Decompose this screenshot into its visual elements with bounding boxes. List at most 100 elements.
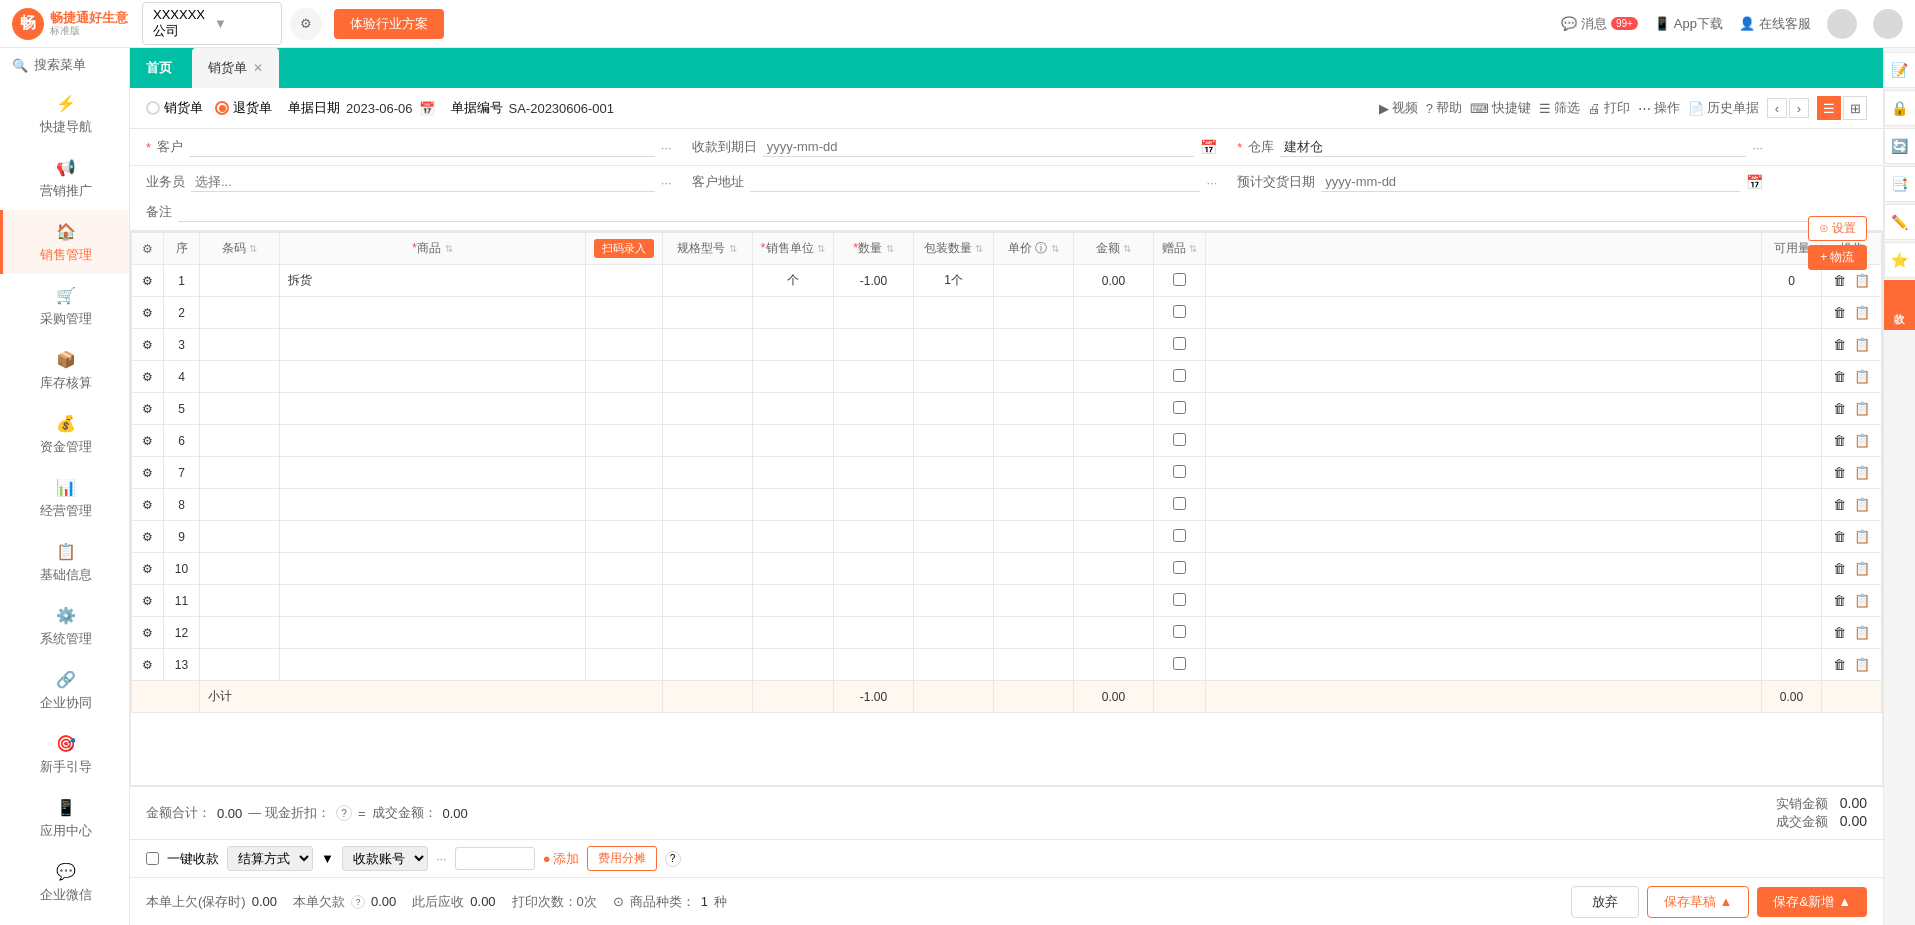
row-price[interactable]	[994, 585, 1074, 617]
row-pkg-qty[interactable]	[914, 393, 994, 425]
gift-checkbox[interactable]	[1173, 273, 1186, 286]
row-barcode[interactable]	[200, 617, 280, 649]
barcode-input[interactable]	[210, 657, 270, 672]
row-barcode[interactable]	[200, 393, 280, 425]
row-settings-icon[interactable]: ⚙	[132, 265, 164, 297]
sidebar-item-quick-nav[interactable]: ⚡ 快捷导航	[0, 82, 129, 146]
row-qty[interactable]: -1.00	[834, 265, 914, 297]
row-price[interactable]	[994, 265, 1074, 297]
row-spec[interactable]	[662, 393, 752, 425]
row-product[interactable]	[280, 457, 586, 489]
gift-checkbox[interactable]	[1173, 337, 1186, 350]
gift-checkbox[interactable]	[1173, 305, 1186, 318]
row-spec[interactable]	[662, 425, 752, 457]
row-unit[interactable]	[752, 553, 833, 585]
sidebar-item-enterprise[interactable]: 🔗 企业协同	[0, 658, 129, 722]
row-qty[interactable]	[834, 521, 914, 553]
customer-dots[interactable]: ···	[661, 140, 672, 155]
customer-addr-dots[interactable]: ···	[1206, 175, 1217, 190]
row-amount[interactable]	[1074, 489, 1154, 521]
row-spec[interactable]	[662, 649, 752, 681]
barcode-input[interactable]	[210, 369, 270, 384]
row-gift[interactable]	[1154, 361, 1206, 393]
row-amount[interactable]	[1074, 649, 1154, 681]
row-unit[interactable]	[752, 425, 833, 457]
operations-link[interactable]: ⋯ 操作	[1638, 99, 1680, 117]
tab-home[interactable]: 首页	[130, 48, 188, 88]
row-qty[interactable]	[834, 329, 914, 361]
row-product[interactable]	[280, 617, 586, 649]
row-product[interactable]	[280, 393, 586, 425]
gift-checkbox[interactable]	[1173, 401, 1186, 414]
history-link[interactable]: 📄 历史单据	[1688, 99, 1759, 117]
row-gift[interactable]	[1154, 297, 1206, 329]
copy-icon[interactable]: 📋	[1854, 433, 1870, 448]
row-pkg-qty[interactable]: 1个	[914, 265, 994, 297]
row-pkg-qty[interactable]	[914, 649, 994, 681]
barcode-input[interactable]	[210, 401, 270, 416]
row-gift[interactable]	[1154, 617, 1206, 649]
gift-checkbox[interactable]	[1173, 593, 1186, 606]
barcode-input[interactable]	[210, 273, 270, 288]
row-pkg-qty[interactable]	[914, 617, 994, 649]
row-barcode[interactable]	[200, 585, 280, 617]
delete-icon[interactable]: 🗑	[1833, 273, 1846, 288]
row-product[interactable]	[280, 489, 586, 521]
shortcut-link[interactable]: ⌨ 快捷键	[1470, 99, 1531, 117]
row-pkg-qty[interactable]	[914, 425, 994, 457]
warehouse-dots[interactable]: ···	[1752, 140, 1763, 155]
row-qty[interactable]	[834, 649, 914, 681]
row-amount[interactable]	[1074, 553, 1154, 585]
sidebar-item-system[interactable]: ⚙️ 系统管理	[0, 594, 129, 658]
row-amount[interactable]	[1074, 329, 1154, 361]
right-panel-btn-2[interactable]: 🔒	[1884, 90, 1916, 126]
due-date-input[interactable]	[763, 137, 1195, 157]
sidebar-search[interactable]: 🔍 搜索菜单	[0, 48, 129, 82]
settings-button[interactable]: ⚙	[290, 8, 322, 40]
row-product[interactable]	[280, 361, 586, 393]
right-panel-btn-4[interactable]: 📑	[1884, 166, 1916, 202]
row-gift[interactable]	[1154, 393, 1206, 425]
fee-split-button[interactable]: 费用分摊	[587, 846, 657, 871]
row-pkg-qty[interactable]	[914, 521, 994, 553]
copy-icon[interactable]: 📋	[1854, 337, 1870, 352]
row-gift[interactable]	[1154, 265, 1206, 297]
row-settings-icon[interactable]: ⚙	[132, 617, 164, 649]
row-remark[interactable]	[1206, 457, 1762, 489]
right-panel-orange-btn[interactable]: 收款	[1884, 280, 1916, 330]
settings-form-button[interactable]: ⊙ 设置	[1808, 216, 1867, 241]
row-barcode[interactable]	[200, 361, 280, 393]
tab-close-icon[interactable]: ✕	[253, 61, 263, 75]
row-product[interactable]	[280, 649, 586, 681]
row-price[interactable]	[994, 553, 1074, 585]
sidebar-item-inventory[interactable]: 📦 库存核算	[0, 338, 129, 402]
row-pkg-qty[interactable]	[914, 297, 994, 329]
sidebar-item-guide[interactable]: 🎯 新手引导	[0, 722, 129, 786]
row-remark[interactable]	[1206, 425, 1762, 457]
barcode-input[interactable]	[210, 305, 270, 320]
row-settings-icon[interactable]: ⚙	[132, 585, 164, 617]
row-settings-icon[interactable]: ⚙	[132, 425, 164, 457]
row-settings-icon[interactable]: ⚙	[132, 297, 164, 329]
row-product[interactable]	[280, 297, 586, 329]
sidebar-item-app-center[interactable]: 📱 应用中心	[0, 786, 129, 850]
scan-btn[interactable]: 扫码录入	[594, 239, 654, 258]
right-panel-btn-1[interactable]: 📝	[1884, 52, 1916, 88]
row-spec[interactable]	[662, 521, 752, 553]
row-gift[interactable]	[1154, 649, 1206, 681]
filter-link[interactable]: ☰ 筛选	[1539, 99, 1580, 117]
copy-icon[interactable]: 📋	[1854, 657, 1870, 672]
copy-icon[interactable]: 📋	[1854, 401, 1870, 416]
warehouse-input[interactable]	[1280, 137, 1746, 157]
expected-date-input[interactable]	[1321, 172, 1740, 192]
grid-view-button[interactable]: ⊞	[1843, 96, 1867, 120]
online-service-button[interactable]: 👤 在线客服	[1739, 15, 1811, 33]
barcode-input[interactable]	[210, 433, 270, 448]
copy-icon[interactable]: 📋	[1854, 305, 1870, 320]
customer-input[interactable]	[189, 137, 655, 157]
row-unit[interactable]	[752, 489, 833, 521]
barcode-input[interactable]	[210, 529, 270, 544]
row-pkg-qty[interactable]	[914, 457, 994, 489]
row-gift[interactable]	[1154, 489, 1206, 521]
row-remark[interactable]	[1206, 361, 1762, 393]
